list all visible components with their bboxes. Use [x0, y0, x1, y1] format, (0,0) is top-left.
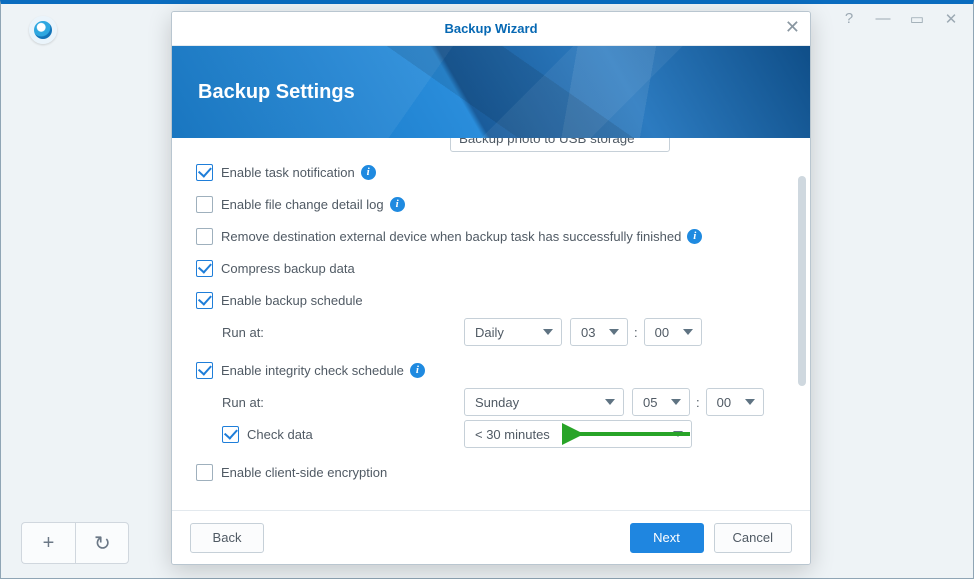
check-data-label: Check data: [247, 427, 464, 442]
task-name-input[interactable]: [450, 138, 670, 152]
enable-integrity-checkbox[interactable]: [196, 362, 213, 379]
integrity-hour-value: 05: [643, 395, 657, 410]
schedule-hour-select[interactable]: 03: [570, 318, 628, 346]
chevron-down-icon: [673, 431, 683, 437]
enable-file-change-log-checkbox[interactable]: [196, 196, 213, 213]
compress-backup-label: Compress backup data: [221, 261, 355, 276]
history-icon: ↺: [94, 531, 111, 556]
info-icon[interactable]: i: [410, 363, 425, 378]
integrity-minute-select[interactable]: 00: [706, 388, 764, 416]
schedule-hour-value: 03: [581, 325, 595, 340]
next-button[interactable]: Next: [630, 523, 704, 553]
chevron-down-icon: [683, 329, 693, 335]
check-data-checkbox[interactable]: [222, 426, 239, 443]
add-button[interactable]: +: [21, 522, 75, 564]
wizard-footer: Back Next Cancel: [172, 510, 810, 564]
scrollbar[interactable]: [798, 148, 806, 506]
schedule-minute-value: 00: [655, 325, 669, 340]
schedule-run-at-label: Run at:: [222, 325, 464, 340]
help-icon[interactable]: ?: [841, 10, 857, 28]
compress-backup-checkbox[interactable]: [196, 260, 213, 277]
remove-external-device-label: Remove destination external device when …: [221, 229, 681, 244]
check-data-duration-value: < 30 minutes: [475, 427, 550, 442]
chevron-down-icon: [609, 329, 619, 335]
banner-title: Backup Settings: [198, 81, 355, 104]
integrity-day-value: Sunday: [475, 395, 519, 410]
modal-titlebar: Backup Wizard ✕: [172, 12, 810, 46]
wizard-modal: Backup Wizard ✕ Backup Settings Task: En…: [171, 11, 811, 565]
bottom-left-toolbar: + ↺: [21, 522, 129, 564]
enable-integrity-label: Enable integrity check schedule: [221, 363, 404, 378]
enable-client-encryption-label: Enable client-side encryption: [221, 465, 387, 480]
maximize-icon[interactable]: ▭: [909, 10, 925, 28]
integrity-day-select[interactable]: Sunday: [464, 388, 624, 416]
integrity-minute-value: 00: [717, 395, 731, 410]
schedule-minute-select[interactable]: 00: [644, 318, 702, 346]
info-icon[interactable]: i: [361, 165, 376, 180]
close-icon[interactable]: ✕: [785, 18, 800, 36]
enable-task-notification-checkbox[interactable]: [196, 164, 213, 181]
enable-client-encryption-checkbox[interactable]: [196, 464, 213, 481]
chevron-down-icon: [745, 399, 755, 405]
chevron-down-icon: [671, 399, 681, 405]
plus-icon: +: [43, 532, 55, 555]
info-icon[interactable]: i: [390, 197, 405, 212]
remove-external-device-checkbox[interactable]: [196, 228, 213, 245]
info-icon[interactable]: i: [687, 229, 702, 244]
content-area: Task: Enable task notification i Enable …: [172, 138, 810, 510]
scrollbar-thumb[interactable]: [798, 176, 806, 386]
integrity-hour-select[interactable]: 05: [632, 388, 690, 416]
cancel-button[interactable]: Cancel: [714, 523, 792, 553]
enable-schedule-label: Enable backup schedule: [221, 293, 363, 308]
time-colon: :: [634, 325, 638, 340]
enable-schedule-checkbox[interactable]: [196, 292, 213, 309]
chevron-down-icon: [605, 399, 615, 405]
history-button[interactable]: ↺: [75, 522, 129, 564]
time-colon: :: [696, 395, 700, 410]
minimize-icon[interactable]: —: [875, 10, 891, 28]
integrity-run-at-label: Run at:: [222, 395, 464, 410]
enable-task-notification-label: Enable task notification: [221, 165, 355, 180]
back-button[interactable]: Back: [190, 523, 264, 553]
enable-file-change-log-label: Enable file change detail log: [221, 197, 384, 212]
app-icon: [29, 16, 57, 44]
outer-close-icon[interactable]: ✕: [943, 10, 959, 28]
schedule-freq-value: Daily: [475, 325, 504, 340]
chevron-down-icon: [543, 329, 553, 335]
check-data-duration-select[interactable]: < 30 minutes: [464, 420, 692, 448]
modal-title: Backup Wizard: [444, 21, 537, 36]
banner: Backup Settings: [172, 46, 810, 138]
schedule-freq-select[interactable]: Daily: [464, 318, 562, 346]
